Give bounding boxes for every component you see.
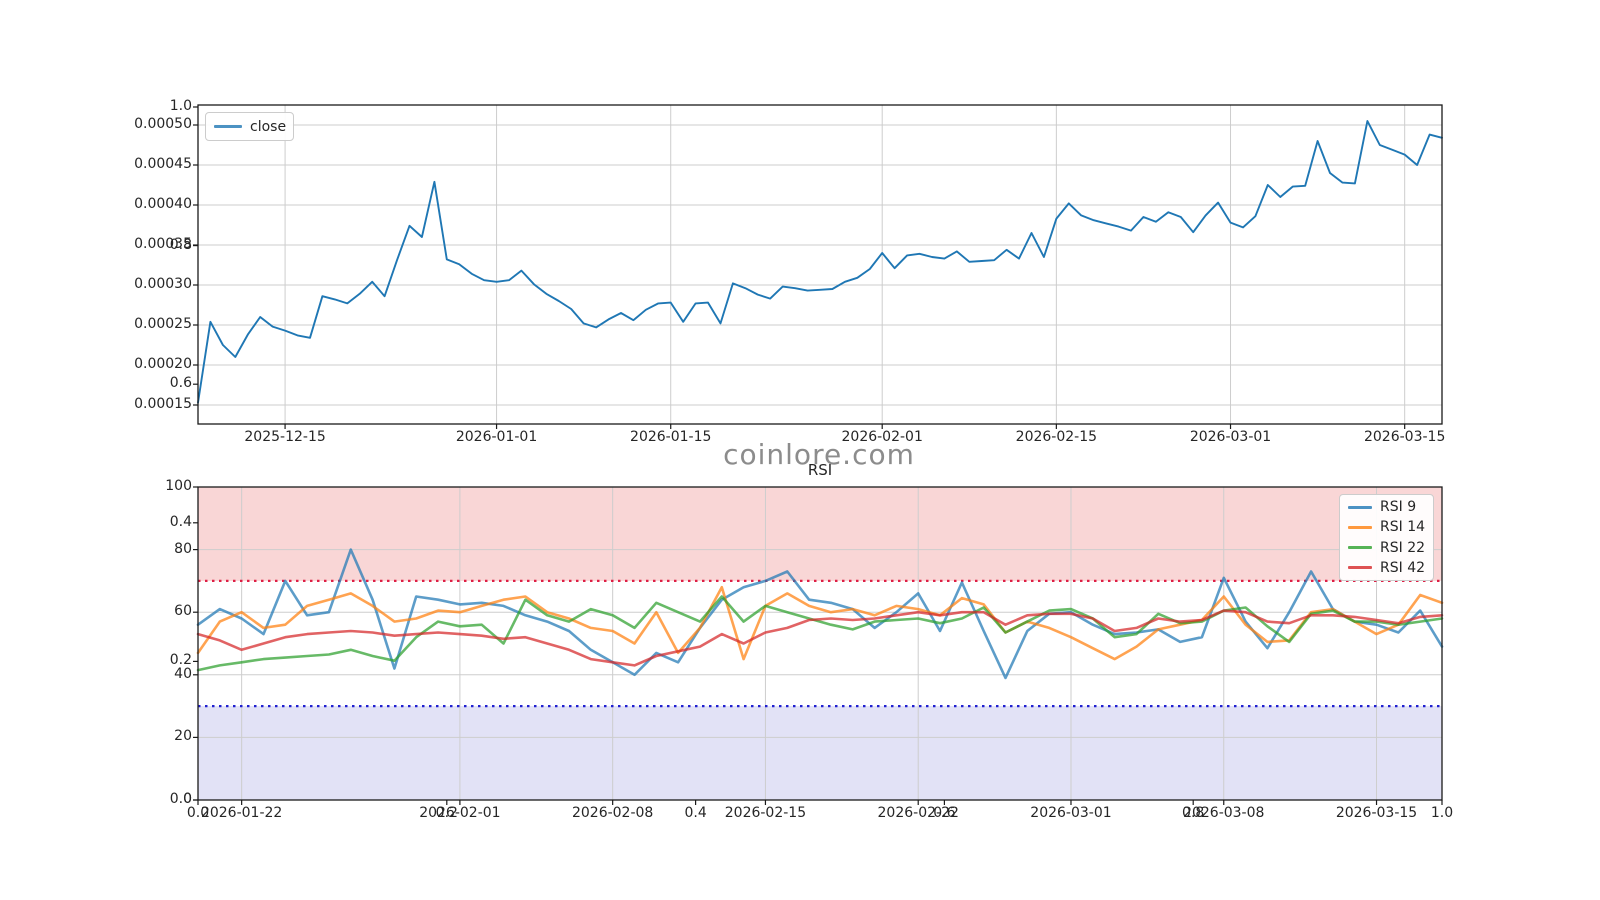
price-ytick-label: 0.00050 xyxy=(134,116,192,132)
rsi-xtick-label: 2026-03-01 xyxy=(1030,805,1112,821)
rsi-title: RSI xyxy=(807,461,833,479)
oversold-band xyxy=(198,706,1442,800)
rsi-ytick-label: 80 xyxy=(174,540,192,557)
rsi-xtick-label: 2026-02-08 xyxy=(571,805,654,821)
rsi-line-2 xyxy=(196,585,1444,661)
legend-line-swatch xyxy=(1348,546,1372,550)
hidden-xtick-label: 0.8 xyxy=(1182,805,1205,821)
legend-entry: RSI 42 xyxy=(1348,560,1425,576)
price-axes-frame xyxy=(197,104,1443,425)
price-xtick-label: 2025-12-15 xyxy=(244,429,326,445)
hidden-xtick-label: 1.0 xyxy=(1430,805,1454,821)
hidden-xtick-label: 0.0 xyxy=(186,805,210,821)
hidden-xtick-label: 0.4 xyxy=(684,805,707,821)
legend-entry: RSI 14 xyxy=(1348,519,1425,535)
price-xtick-label: 2026-01-01 xyxy=(455,429,538,445)
price-xtick-label: 2026-02-15 xyxy=(1015,429,1098,445)
price-xtick-label: 2026-03-15 xyxy=(1363,429,1446,445)
legend-line-swatch xyxy=(1348,566,1372,570)
close-line xyxy=(197,120,1443,404)
legend-line-swatch xyxy=(214,125,242,128)
rsi-ytick-label: 20 xyxy=(174,728,192,745)
legend-label: RSI 9 xyxy=(1380,499,1417,516)
legend-label: RSI 42 xyxy=(1380,559,1426,576)
price-xtick-label: 2026-01-15 xyxy=(630,429,712,445)
rsi-ytick-label: 100 xyxy=(165,478,192,494)
legend-line-swatch xyxy=(1348,505,1372,509)
price-ytick-label: 0.00040 xyxy=(134,196,192,212)
hidden-ytick-label: 0.4 xyxy=(169,513,192,530)
overbought-band xyxy=(198,487,1442,581)
legend-label: close xyxy=(250,118,287,135)
legend-entry: RSI 9 xyxy=(1348,499,1425,515)
legend-entry: close xyxy=(214,118,287,135)
legend-entry: RSI 22 xyxy=(1348,540,1425,556)
hidden-ytick-label: 1.0 xyxy=(169,98,192,114)
price-ytick-label: 0.00025 xyxy=(134,316,192,332)
hidden-ytick-label: 0.2 xyxy=(169,652,192,669)
hidden-ytick-label: 0.6 xyxy=(169,375,192,392)
legend-label: RSI 22 xyxy=(1380,539,1426,556)
figure: 0.00050 0.00045 0.00040 0.00035 0.00030 0.000… xyxy=(0,0,1600,900)
hidden-ytick-label: 0.8 xyxy=(169,236,192,253)
rsi-xtick-label: 2026-01-22 xyxy=(200,805,283,821)
legend-line-swatch xyxy=(1348,525,1372,529)
rsi-xtick-label: 2026-02-01 xyxy=(419,805,501,821)
price-ytick-label: 0.00020 xyxy=(134,356,192,372)
price-ytick-label: 0.00030 xyxy=(134,276,192,292)
hidden-xtick-label: 0.2 xyxy=(435,805,458,821)
price-xtick-label: 2026-03-01 xyxy=(1189,429,1272,445)
price-ytick-label: 0.00045 xyxy=(134,156,192,172)
rsi-xtick-label: 2026-02-15 xyxy=(724,805,807,821)
price-legend: close xyxy=(205,112,294,141)
rsi-xtick-label: 2026-03-15 xyxy=(1335,805,1418,821)
price-ytick-label: 0.00015 xyxy=(134,396,192,412)
legend-label: RSI 14 xyxy=(1380,519,1426,536)
rsi-legend: RSI 9 RSI 14 RSI 22 RSI 42 xyxy=(1339,494,1434,581)
rsi-ytick-label: 60 xyxy=(174,603,192,620)
hidden-xtick-label: 0.6 xyxy=(933,805,956,821)
